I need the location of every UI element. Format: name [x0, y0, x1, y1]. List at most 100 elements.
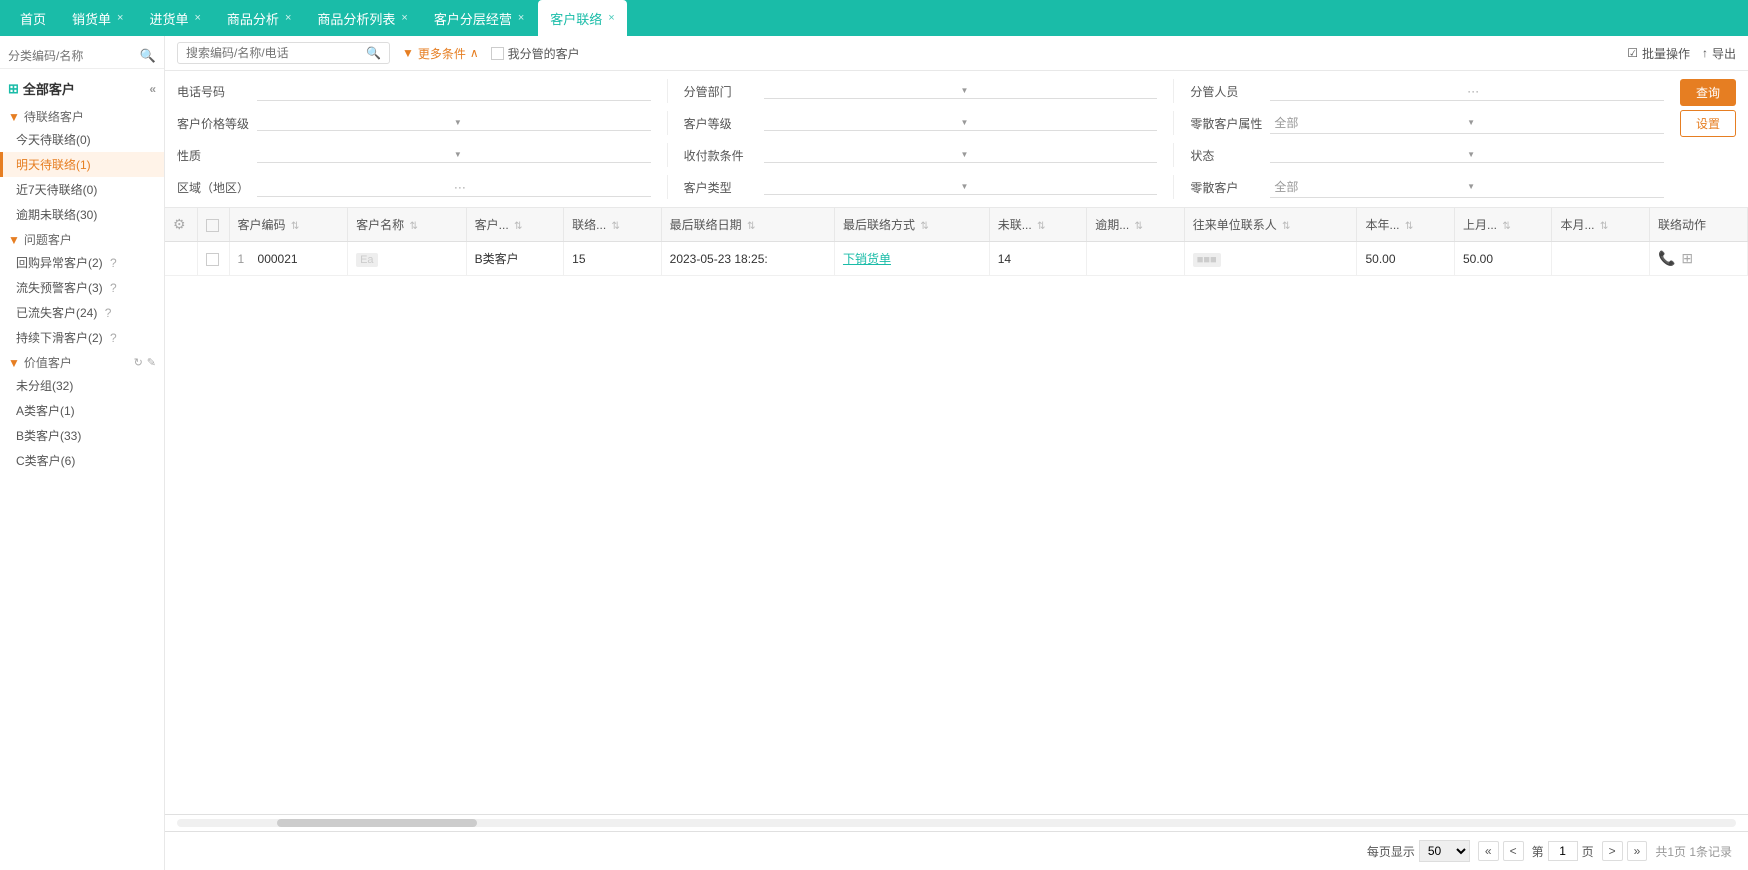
- sidebar-item-tomorrow[interactable]: 明天待联络(1): [0, 152, 164, 177]
- phone-action-icon[interactable]: 📞: [1658, 250, 1675, 267]
- nav-analysis[interactable]: 商品分析 ×: [215, 0, 303, 36]
- batch-action-button[interactable]: ☑ 批量操作: [1627, 45, 1690, 62]
- page-input[interactable]: [1548, 841, 1578, 861]
- sidebar-item-week[interactable]: 近7天待联络(0): [0, 177, 164, 202]
- edit-icon[interactable]: ✎: [147, 356, 156, 369]
- table-select-all[interactable]: [206, 219, 219, 232]
- first-page-button[interactable]: «: [1478, 841, 1499, 861]
- checkbox-icon: ☑: [1627, 46, 1638, 60]
- sidebar-item-c-class[interactable]: C类客户(6): [0, 448, 164, 473]
- filter-retail-attr-select[interactable]: 全部: [1270, 112, 1664, 134]
- nav-close-customer-tier[interactable]: ×: [518, 12, 524, 24]
- search-input-wrap: 🔍: [177, 42, 390, 64]
- scroll-track[interactable]: [177, 819, 1736, 827]
- prev-page-button[interactable]: <: [1503, 841, 1524, 861]
- filter-dept: 分管部门: [684, 83, 1158, 100]
- sidebar-item-a-class[interactable]: A类客户(1): [0, 398, 164, 423]
- filter-customer-grade-select[interactable]: [764, 115, 1158, 131]
- table-settings-icon[interactable]: ⚙: [173, 216, 186, 232]
- filter-phone-input[interactable]: [257, 82, 651, 101]
- nav-analysis-list[interactable]: 商品分析列表 ×: [305, 0, 419, 36]
- sidebar-search-icon[interactable]: 🔍: [140, 48, 156, 64]
- sort-type[interactable]: ⇅: [514, 221, 522, 232]
- nav-close-sales[interactable]: ×: [117, 12, 123, 24]
- sort-thismonth[interactable]: ⇅: [1600, 221, 1608, 232]
- sort-code[interactable]: ⇅: [291, 221, 299, 232]
- nav-close-purchase[interactable]: ×: [194, 12, 200, 24]
- more-filter-button[interactable]: ▼ 更多条件 ∧: [402, 45, 479, 62]
- sort-name[interactable]: ⇅: [409, 221, 417, 232]
- main-search-input[interactable]: [186, 46, 366, 60]
- last-page-button[interactable]: »: [1627, 841, 1648, 861]
- filter-row-1: 电话号码 分管部门 分管人员: [177, 79, 1664, 103]
- filter-customer-grade: 客户等级: [684, 115, 1158, 132]
- sidebar-item-b-class[interactable]: B类客户(33): [0, 423, 164, 448]
- filter-retail-customer-label: 零散客户: [1190, 179, 1270, 196]
- sort-not-contact[interactable]: ⇅: [1037, 221, 1045, 232]
- query-button[interactable]: 查询: [1680, 79, 1736, 106]
- sort-contact[interactable]: ⇅: [612, 221, 620, 232]
- my-customer-checkbox-wrap[interactable]: 我分管的客户: [491, 45, 580, 62]
- filter-person-select[interactable]: ···: [1270, 82, 1664, 101]
- filter-customer-type-select[interactable]: [764, 179, 1158, 195]
- nav-close-customer-contact[interactable]: ×: [608, 12, 614, 24]
- filter-retail-customer-select[interactable]: 全部: [1270, 176, 1664, 198]
- row-checkbox[interactable]: [206, 253, 219, 266]
- sort-lastmonth[interactable]: ⇅: [1502, 221, 1510, 232]
- nav-customer-contact[interactable]: 客户联络 ×: [538, 0, 626, 36]
- sidebar-all-customers[interactable]: ⊞ 全部客户: [0, 73, 164, 104]
- sidebar-search-wrap: 🔍: [0, 44, 164, 69]
- sort-overdue[interactable]: ⇅: [1135, 221, 1143, 232]
- unit-contact-blurred: ■■■: [1193, 253, 1221, 267]
- per-page-select[interactable]: 50 100 200: [1419, 840, 1470, 862]
- horizontal-scrollbar: [165, 814, 1748, 831]
- sort-method[interactable]: ⇅: [920, 221, 928, 232]
- sidebar-collapse-icon[interactable]: [149, 82, 156, 96]
- filter-payment-select[interactable]: [764, 147, 1158, 163]
- sidebar-item-lost[interactable]: 已流失客户(24) ?: [0, 300, 164, 325]
- filter-price-grade-select[interactable]: [257, 115, 651, 131]
- export-button[interactable]: ↑ 导出: [1702, 45, 1736, 62]
- last-method-link[interactable]: 下销货单: [843, 252, 891, 266]
- main-search-icon[interactable]: 🔍: [366, 46, 381, 60]
- nav-purchase[interactable]: 进货单 ×: [137, 0, 212, 36]
- grid-action-icon[interactable]: ⊞: [1681, 250, 1693, 267]
- chevron-grade: [960, 117, 1153, 128]
- page-unit: 页: [1582, 843, 1594, 860]
- filter-area-select[interactable]: ···: [257, 178, 651, 197]
- sort-unit[interactable]: ⇅: [1282, 221, 1290, 232]
- refresh-icon[interactable]: ↻: [134, 356, 143, 369]
- sort-date[interactable]: ⇅: [747, 221, 755, 232]
- nav-home[interactable]: 首页: [8, 0, 58, 36]
- sidebar-item-repurchase[interactable]: 回购异常客户(2) ?: [0, 250, 164, 275]
- triangle-icon2: ▼: [8, 233, 20, 247]
- scroll-thumb[interactable]: [277, 819, 477, 827]
- filter-payment: 收付款条件: [684, 147, 1158, 164]
- sidebar-item-declining[interactable]: 持续下滑客户(2) ?: [0, 325, 164, 350]
- filter-status-select[interactable]: [1270, 147, 1664, 163]
- table-row: 1 000021 Ea B类客户 15 2023-05-23 18:25: 下销…: [165, 242, 1748, 276]
- settings-button[interactable]: 设置: [1680, 110, 1736, 137]
- filter-nature-select[interactable]: [257, 147, 651, 163]
- sidebar-item-overdue[interactable]: 逾期未联络(30): [0, 202, 164, 227]
- sidebar-item-lost-warning[interactable]: 流失预警客户(3) ?: [0, 275, 164, 300]
- sidebar-search-input[interactable]: [8, 49, 140, 63]
- my-customer-checkbox[interactable]: [491, 47, 504, 60]
- th-checkbox: [197, 208, 229, 242]
- td-this-month: [1552, 242, 1650, 276]
- chevron-dept: [960, 85, 1153, 96]
- nav-customer-tier[interactable]: 客户分层经营 ×: [422, 0, 536, 36]
- sort-year[interactable]: ⇅: [1405, 221, 1413, 232]
- filter-retail-customer: 零散客户 全部: [1190, 176, 1664, 198]
- nav-sales[interactable]: 销货单 ×: [60, 0, 135, 36]
- nav-close-analysis-list[interactable]: ×: [401, 12, 407, 24]
- sidebar-item-today[interactable]: 今天待联络(0): [0, 127, 164, 152]
- sidebar-group-value: ▼ 价值客户 ↻ ✎: [0, 350, 164, 373]
- next-page-button[interactable]: >: [1602, 841, 1623, 861]
- top-right-actions: ☑ 批量操作 ↑ 导出: [1627, 45, 1736, 62]
- nav-close-analysis[interactable]: ×: [285, 12, 291, 24]
- sidebar-item-unsorted[interactable]: 未分组(32): [0, 373, 164, 398]
- td-last-method: 下销货单: [834, 242, 989, 276]
- page-label: 第: [1532, 843, 1544, 860]
- filter-dept-select[interactable]: [764, 83, 1158, 99]
